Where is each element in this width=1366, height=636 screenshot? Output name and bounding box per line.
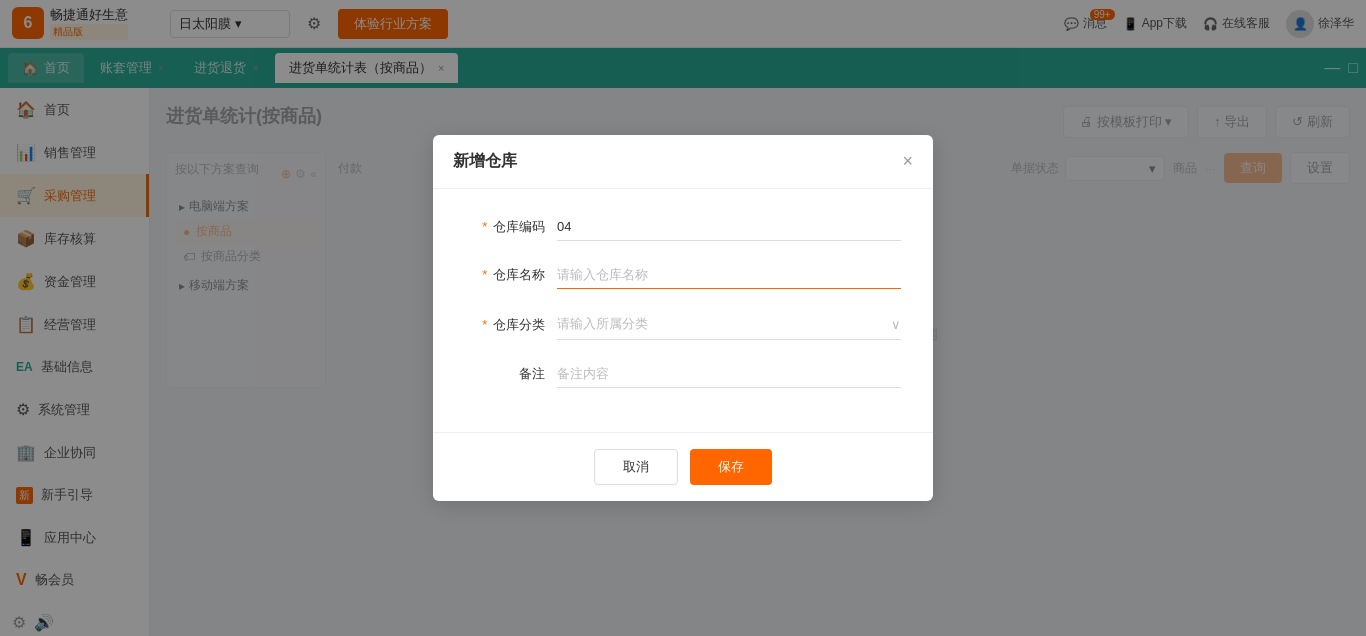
form-row-code: * 仓库编码 bbox=[465, 213, 901, 241]
chevron-down-icon: ∨ bbox=[891, 317, 901, 332]
modal-header: 新增仓库 × bbox=[433, 135, 933, 189]
modal-close-button[interactable]: × bbox=[902, 151, 913, 172]
name-input[interactable] bbox=[557, 261, 901, 289]
save-button[interactable]: 保存 bbox=[690, 449, 772, 485]
modal-overlay[interactable]: 新增仓库 × * 仓库编码 * 仓库名称 bbox=[0, 0, 1366, 636]
name-label: * 仓库名称 bbox=[465, 266, 545, 284]
modal-body: * 仓库编码 * 仓库名称 * 仓库分类 请输入所属 bbox=[433, 189, 933, 432]
form-row-category: * 仓库分类 请输入所属分类 ∨ bbox=[465, 309, 901, 340]
code-input[interactable] bbox=[557, 213, 901, 241]
cancel-button[interactable]: 取消 bbox=[594, 449, 678, 485]
remark-label: 备注 bbox=[465, 365, 545, 383]
category-label: * 仓库分类 bbox=[465, 316, 545, 334]
form-row-remark: 备注 bbox=[465, 360, 901, 388]
remark-input[interactable] bbox=[557, 360, 901, 388]
code-label: * 仓库编码 bbox=[465, 218, 545, 236]
modal-title: 新增仓库 bbox=[453, 151, 517, 172]
modal-footer: 取消 保存 bbox=[433, 432, 933, 501]
form-row-name: * 仓库名称 bbox=[465, 261, 901, 289]
add-warehouse-modal: 新增仓库 × * 仓库编码 * 仓库名称 bbox=[433, 135, 933, 501]
category-select[interactable]: 请输入所属分类 ∨ bbox=[557, 309, 901, 340]
